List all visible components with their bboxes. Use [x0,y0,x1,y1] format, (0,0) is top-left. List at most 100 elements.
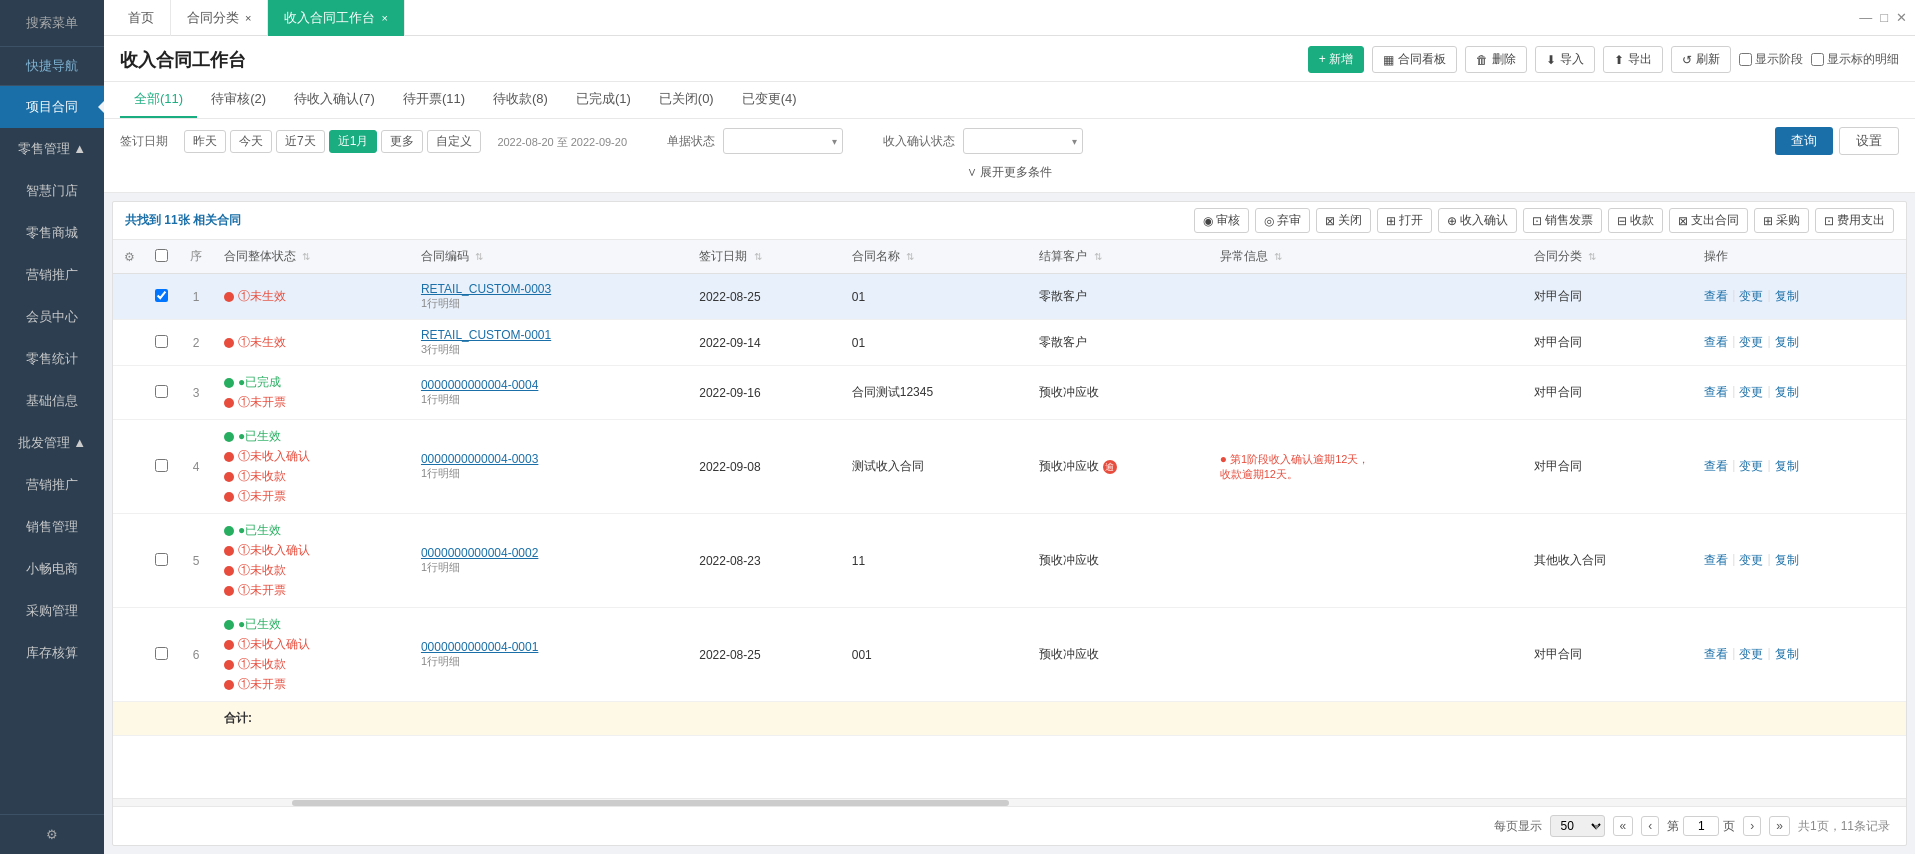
sub-tab-closed[interactable]: 已关闭(0) [645,82,728,118]
sidebar-item-marketing2[interactable]: 营销推广 [0,464,104,506]
sidebar-item-wholesale[interactable]: 批发管理 ▲ [0,422,104,464]
sidebar-item-retail-management[interactable]: 零售管理 ▲ [0,128,104,170]
date-7days[interactable]: 近7天 [276,130,325,153]
page-number-input[interactable] [1683,816,1719,836]
import-button[interactable]: ⬇ 导入 [1535,46,1595,73]
change-btn-4[interactable]: 变更 [1739,458,1763,475]
view-btn-3[interactable]: 查看 [1704,384,1728,401]
row-checkbox-3[interactable] [155,385,168,398]
contract-code-link-5[interactable]: 0000000000004-0002 [421,546,538,560]
action-income-confirm[interactable]: ⊕ 收入确认 [1438,208,1517,233]
minimize-btn[interactable]: — [1859,10,1872,25]
doc-status-select[interactable] [723,128,843,154]
sidebar-search[interactable]: 搜索菜单 [0,0,104,47]
copy-btn-4[interactable]: 复制 [1775,458,1799,475]
sort-contract-type[interactable]: ⇅ [1588,251,1596,262]
sub-tab-all[interactable]: 全部(11) [120,82,197,118]
sub-tab-pending-invoice[interactable]: 待开票(11) [389,82,479,118]
delete-button[interactable]: 🗑 删除 [1465,46,1527,73]
sidebar-settings[interactable]: ⚙ [0,814,104,854]
action-purchase[interactable]: ⊞ 采购 [1754,208,1809,233]
action-payment[interactable]: ⊟ 收款 [1608,208,1663,233]
change-btn-6[interactable]: 变更 [1739,646,1763,663]
view-btn-2[interactable]: 查看 [1704,334,1728,351]
horizontal-scrollbar[interactable] [113,798,1906,806]
date-more[interactable]: 更多 [381,130,423,153]
last-page-btn[interactable]: » [1769,816,1790,836]
contract-code-link-4[interactable]: 0000000000004-0003 [421,452,538,466]
sidebar-item-purchase[interactable]: 采购管理 [0,590,104,632]
contract-code-link-2[interactable]: RETAIL_CUSTOM-0001 [421,328,551,342]
sub-tab-changed[interactable]: 已变更(4) [728,82,811,118]
action-close[interactable]: ⊠ 关闭 [1316,208,1371,233]
maximize-btn[interactable]: □ [1880,10,1888,25]
sidebar-item-basic-info[interactable]: 基础信息 [0,380,104,422]
col-gear[interactable]: ⚙ [113,240,145,274]
sort-overall-status[interactable]: ⇅ [302,251,310,262]
change-btn-2[interactable]: 变更 [1739,334,1763,351]
action-expense-contract[interactable]: ⊠ 支出合同 [1669,208,1748,233]
query-button[interactable]: 查询 [1775,127,1833,155]
action-review[interactable]: ◉ 审核 [1194,208,1249,233]
change-btn-1[interactable]: 变更 [1739,288,1763,305]
copy-btn-5[interactable]: 复制 [1775,552,1799,569]
view-btn-6[interactable]: 查看 [1704,646,1728,663]
sidebar-item-retail-stats[interactable]: 零售统计 [0,338,104,380]
sidebar-item-marketing[interactable]: 营销推广 [0,254,104,296]
sort-customer[interactable]: ⇅ [1094,251,1102,262]
copy-btn-6[interactable]: 复制 [1775,646,1799,663]
sub-tab-pending-review[interactable]: 待审核(2) [197,82,280,118]
sidebar-item-smart-store[interactable]: 智慧门店 [0,170,104,212]
sort-sign-date[interactable]: ⇅ [754,251,762,262]
export-button[interactable]: ⬆ 导出 [1603,46,1663,73]
copy-btn-1[interactable]: 复制 [1775,288,1799,305]
contract-code-link-6[interactable]: 0000000000004-0001 [421,640,538,654]
view-btn-1[interactable]: 查看 [1704,288,1728,305]
copy-btn-3[interactable]: 复制 [1775,384,1799,401]
sub-tab-pending-payment[interactable]: 待收款(8) [479,82,562,118]
view-btn-5[interactable]: 查看 [1704,552,1728,569]
action-expense[interactable]: ⊡ 费用支出 [1815,208,1894,233]
sidebar-item-sales-mgmt[interactable]: 销售管理 [0,506,104,548]
contract-code-link-3[interactable]: 0000000000004-0004 [421,378,538,392]
settings-button[interactable]: 设置 [1839,127,1899,155]
date-today[interactable]: 今天 [230,130,272,153]
row-checkbox-2[interactable] [155,335,168,348]
action-abandon-review[interactable]: ◎ 弃审 [1255,208,1310,233]
change-btn-3[interactable]: 变更 [1739,384,1763,401]
sort-exception[interactable]: ⇅ [1274,251,1282,262]
sidebar-item-ecommerce[interactable]: 小畅电商 [0,548,104,590]
date-yesterday[interactable]: 昨天 [184,130,226,153]
view-btn-4[interactable]: 查看 [1704,458,1728,475]
row-checkbox-4[interactable] [155,459,168,472]
row-checkbox-1[interactable] [155,289,168,302]
copy-btn-2[interactable]: 复制 [1775,334,1799,351]
select-all-checkbox[interactable] [155,249,168,262]
refresh-button[interactable]: ↺ 刷新 [1671,46,1731,73]
page-size-select[interactable]: 20 50 100 [1550,815,1605,837]
row-checkbox-5[interactable] [155,553,168,566]
change-btn-5[interactable]: 变更 [1739,552,1763,569]
add-button[interactable]: + 新增 [1308,46,1364,73]
expand-btn[interactable]: ∨ 展开更多条件 [957,161,1062,184]
tab-close-contract-category[interactable]: × [245,12,251,24]
first-page-btn[interactable]: « [1613,816,1634,836]
income-confirm-select[interactable] [963,128,1083,154]
show-detail-checkbox[interactable]: 显示标的明细 [1811,51,1899,68]
sidebar-item-inventory[interactable]: 库存核算 [0,632,104,674]
sidebar-item-membership[interactable]: 会员中心 [0,296,104,338]
action-sales-invoice[interactable]: ⊡ 销售发票 [1523,208,1602,233]
sidebar-item-retail-mall[interactable]: 零售商城 [0,212,104,254]
sidebar-quicknav[interactable]: 快捷导航 [0,47,104,86]
row-checkbox-6[interactable] [155,647,168,660]
tab-contract-category[interactable]: 合同分类 × [171,0,268,36]
close-btn[interactable]: ✕ [1896,10,1907,25]
scrollbar-thumb[interactable] [292,800,1009,806]
sidebar-item-project-contract[interactable]: 项目合同 [0,86,104,128]
date-1month[interactable]: 近1月 [329,130,378,153]
tab-home[interactable]: 首页 [112,0,171,36]
action-open[interactable]: ⊞ 打开 [1377,208,1432,233]
date-custom[interactable]: 自定义 [427,130,481,153]
next-page-btn[interactable]: › [1743,816,1761,836]
prev-page-btn[interactable]: ‹ [1641,816,1659,836]
